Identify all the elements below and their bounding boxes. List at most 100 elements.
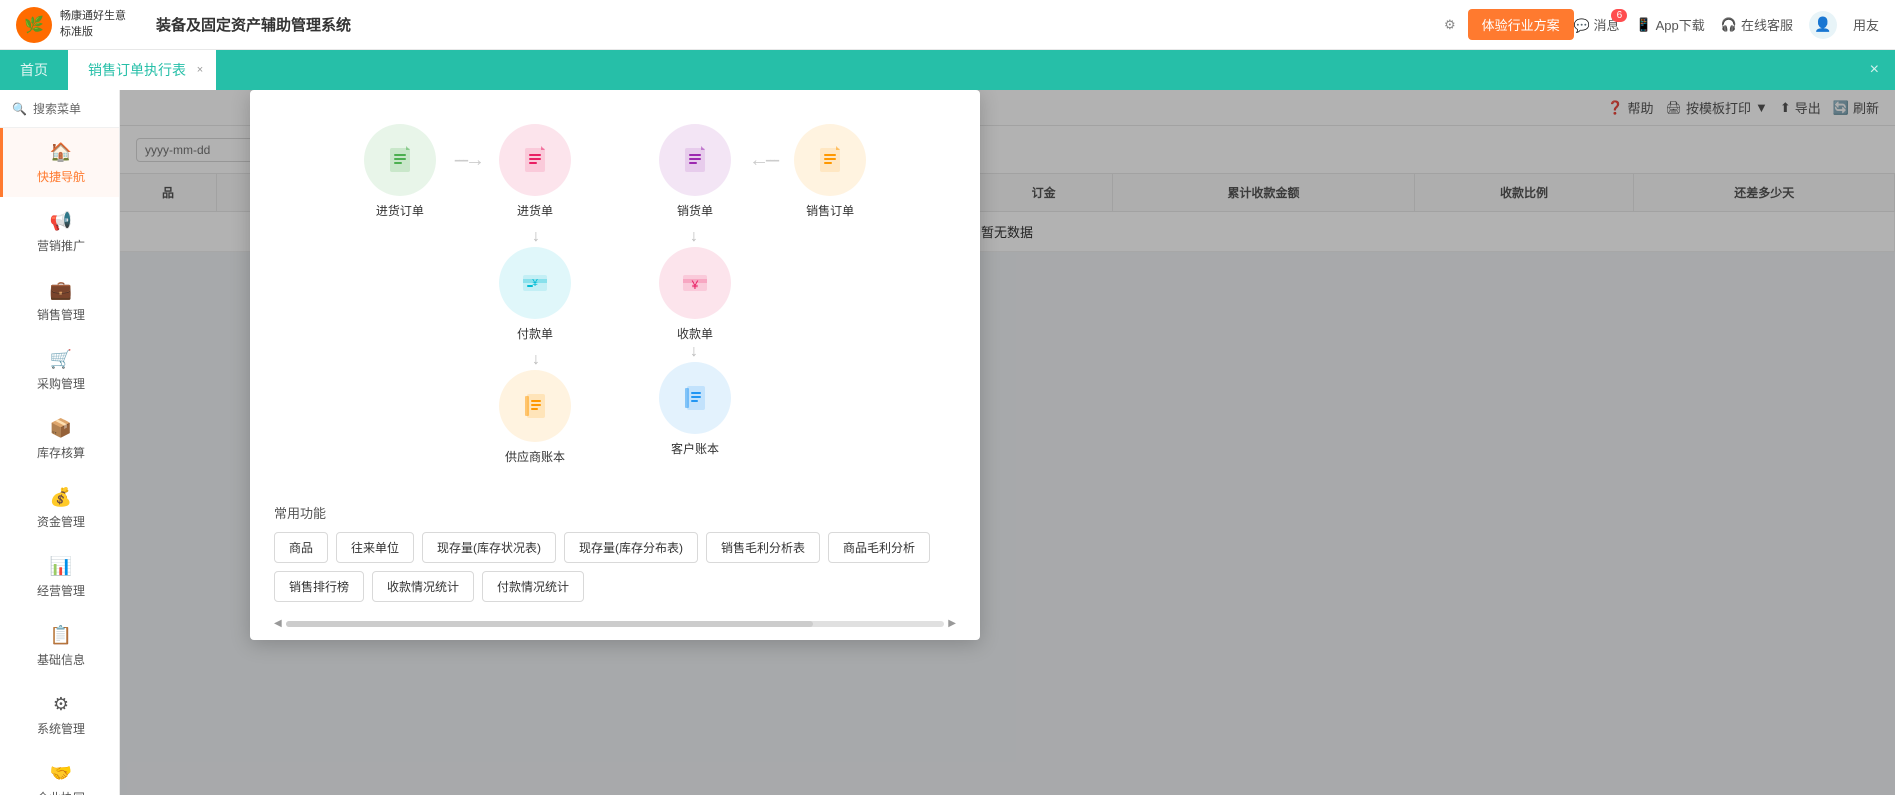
scroll-left-arrow[interactable]: ◀ bbox=[274, 618, 282, 629]
settings-icon[interactable]: ⚙ bbox=[1444, 17, 1456, 33]
headset-icon: 🎧 bbox=[1721, 17, 1737, 33]
common-functions: 常用功能 商品 往来单位 现存量(库存状况表) 现存量(库存分布表) 销售毛利分… bbox=[274, 495, 956, 602]
sidebar-item-enterprise[interactable]: 🤝 企业协同 bbox=[0, 749, 119, 795]
func-btn-payment-stats[interactable]: 付款情况统计 bbox=[482, 571, 584, 602]
enterprise-icon: 🤝 bbox=[49, 761, 73, 785]
customer-ledger-node[interactable]: 客户账本 bbox=[645, 362, 745, 457]
global-close-button[interactable]: × bbox=[1870, 61, 1879, 79]
purchase-bill-label: 进货单 bbox=[517, 202, 553, 219]
logo-line1: 畅康通好生意 bbox=[60, 9, 126, 24]
arrow-down-2: ↓ bbox=[690, 227, 698, 247]
inventory-icon: 📦 bbox=[49, 416, 73, 440]
supplier-ledger-icon bbox=[499, 370, 571, 442]
sales-order-node[interactable]: 销售订单 bbox=[780, 124, 880, 219]
header-actions: 💬 消息 6 📱 App下载 🎧 在线客服 👤 用友 bbox=[1574, 11, 1879, 39]
app-download-button[interactable]: 📱 App下载 bbox=[1635, 15, 1704, 34]
arrow-down-1: ↓ bbox=[532, 227, 540, 247]
purchase-icon: 🛒 bbox=[49, 347, 73, 371]
receipt-bill-node[interactable]: ¥ 收款单 bbox=[645, 247, 745, 342]
sidebar-item-marketing[interactable]: 📢 营销推广 bbox=[0, 197, 119, 266]
scroll-track[interactable] bbox=[286, 621, 945, 627]
modal-overlay[interactable]: 进货订单 - - -→ bbox=[120, 90, 1895, 795]
func-btn-current-stock-dist[interactable]: 现存量(库存分布表) bbox=[564, 532, 698, 563]
sidebar-item-label-7: 基础信息 bbox=[37, 651, 85, 668]
scroll-right-arrow[interactable]: ▶ bbox=[948, 618, 956, 629]
avatar: 👤 bbox=[1809, 11, 1837, 39]
sidebar-item-operations[interactable]: 📊 经营管理 bbox=[0, 542, 119, 611]
search-menu-label: 搜索菜单 bbox=[33, 100, 81, 117]
tab-active[interactable]: 销售订单执行表 × bbox=[68, 50, 216, 90]
sidebar-item-purchase[interactable]: 🛒 采购管理 bbox=[0, 335, 119, 404]
sidebar-item-label-9: 企业协同 bbox=[37, 789, 85, 795]
sidebar-item-label-3: 采购管理 bbox=[37, 375, 85, 392]
func-btn-sales-gross-analysis[interactable]: 销售毛利分析表 bbox=[706, 532, 820, 563]
message-icon: 💬 bbox=[1574, 18, 1590, 33]
func-buttons-row1: 商品 往来单位 现存量(库存状况表) 现存量(库存分布表) 销售毛利分析表 商品… bbox=[274, 532, 956, 563]
scroll-thumb bbox=[286, 621, 813, 627]
payment-bill-label: 付款单 bbox=[517, 325, 553, 342]
logo-area: 🌿 畅康通好生意 标准版 bbox=[16, 7, 136, 43]
purchase-order-node[interactable]: 进货订单 bbox=[350, 124, 450, 219]
message-button[interactable]: 💬 消息 6 bbox=[1574, 15, 1620, 34]
sidebar-item-system[interactable]: ⚙ 系统管理 bbox=[0, 680, 119, 749]
sidebar-item-finance[interactable]: 💰 资金管理 bbox=[0, 473, 119, 542]
customer-ledger-icon bbox=[659, 362, 731, 434]
sidebar-item-basic-info[interactable]: 📋 基础信息 bbox=[0, 611, 119, 680]
main-layout: 🔍 搜索菜单 🏠 快捷导航 📢 营销推广 💼 销售管理 🛒 采购管理 📦 库存核… bbox=[0, 90, 1895, 795]
customer-ledger-label: 客户账本 bbox=[671, 440, 719, 457]
tab-close-button[interactable]: × bbox=[192, 62, 208, 78]
app-download-label: App下载 bbox=[1656, 15, 1705, 34]
content-area: ❓ 帮助 🖨 按模板打印 ▼ ⬆ 导出 🔄 刷新 📅 bbox=[120, 90, 1895, 795]
finance-icon: 💰 bbox=[49, 485, 73, 509]
sidebar: 🔍 搜索菜单 🏠 快捷导航 📢 营销推广 💼 销售管理 🛒 采购管理 📦 库存核… bbox=[0, 90, 120, 795]
basic-info-icon: 📋 bbox=[49, 623, 73, 647]
func-buttons-row2: 销售排行榜 收款情况统计 付款情况统计 bbox=[274, 571, 956, 602]
sidebar-item-label-1: 营销推广 bbox=[37, 237, 85, 254]
customer-service-button[interactable]: 🎧 在线客服 bbox=[1721, 15, 1793, 34]
top-header: 🌿 畅康通好生意 标准版 装备及固定资产辅助管理系统 ⚙ 体验行业方案 💬 消息… bbox=[0, 0, 1895, 50]
sales-bill-icon bbox=[659, 124, 731, 196]
flow-diagram: 进货订单 - - -→ bbox=[274, 114, 956, 475]
func-btn-product[interactable]: 商品 bbox=[274, 532, 328, 563]
message-badge: 6 bbox=[1611, 9, 1627, 22]
sales-bill-label: 销货单 bbox=[677, 202, 713, 219]
supplier-ledger-node[interactable]: 供应商账本 bbox=[485, 370, 585, 465]
sidebar-item-sales[interactable]: 💼 销售管理 bbox=[0, 266, 119, 335]
arrow-down-3: ↓ bbox=[532, 350, 540, 370]
sidebar-item-label-6: 经营管理 bbox=[37, 582, 85, 599]
marketing-icon: 📢 bbox=[49, 209, 73, 233]
modal-scrollbar[interactable]: ◀ ▶ bbox=[274, 618, 956, 629]
func-btn-product-gross[interactable]: 商品毛利分析 bbox=[828, 532, 930, 563]
func-btn-counterpart[interactable]: 往来单位 bbox=[336, 532, 414, 563]
purchase-bill-icon bbox=[499, 124, 571, 196]
sidebar-item-label-8: 系统管理 bbox=[37, 720, 85, 737]
quick-nav-icon: 🏠 bbox=[49, 140, 73, 164]
operations-icon: 📊 bbox=[49, 554, 73, 578]
sales-order-icon bbox=[794, 124, 866, 196]
sales-order-label: 销售订单 bbox=[806, 202, 854, 219]
experience-button[interactable]: 体验行业方案 bbox=[1468, 9, 1574, 40]
sidebar-item-inventory[interactable]: 📦 库存核算 bbox=[0, 404, 119, 473]
svg-text:¥: ¥ bbox=[531, 278, 538, 289]
sidebar-item-quick-nav[interactable]: 🏠 快捷导航 bbox=[0, 128, 119, 197]
phone-icon: 📱 bbox=[1635, 17, 1651, 33]
purchase-bill-node[interactable]: 进货单 bbox=[485, 124, 585, 219]
logo-icon: 🌿 bbox=[16, 7, 52, 43]
system-title: 装备及固定资产辅助管理系统 bbox=[136, 14, 1428, 35]
search-icon: 🔍 bbox=[12, 102, 27, 116]
logo-line2: 标准版 bbox=[60, 25, 126, 40]
sales-bill-node[interactable]: 销货单 bbox=[645, 124, 745, 219]
func-btn-receipt-stats[interactable]: 收款情况统计 bbox=[372, 571, 474, 602]
payment-bill-node[interactable]: ¥ 付款单 bbox=[485, 247, 585, 342]
modal-box: 进货订单 - - -→ bbox=[250, 90, 980, 640]
supplier-ledger-label: 供应商账本 bbox=[505, 448, 565, 465]
svg-text:¥: ¥ bbox=[691, 278, 699, 292]
func-btn-current-stock-status[interactable]: 现存量(库存状况表) bbox=[422, 532, 556, 563]
search-menu[interactable]: 🔍 搜索菜单 bbox=[0, 90, 119, 128]
user-name: 用友 bbox=[1853, 15, 1879, 34]
common-functions-title: 常用功能 bbox=[274, 503, 956, 522]
tab-home[interactable]: 首页 bbox=[0, 50, 68, 90]
tab-bar: 首页 销售订单执行表 × × bbox=[0, 50, 1895, 90]
func-btn-sales-ranking[interactable]: 销售排行榜 bbox=[274, 571, 364, 602]
receipt-bill-icon: ¥ bbox=[659, 247, 731, 319]
